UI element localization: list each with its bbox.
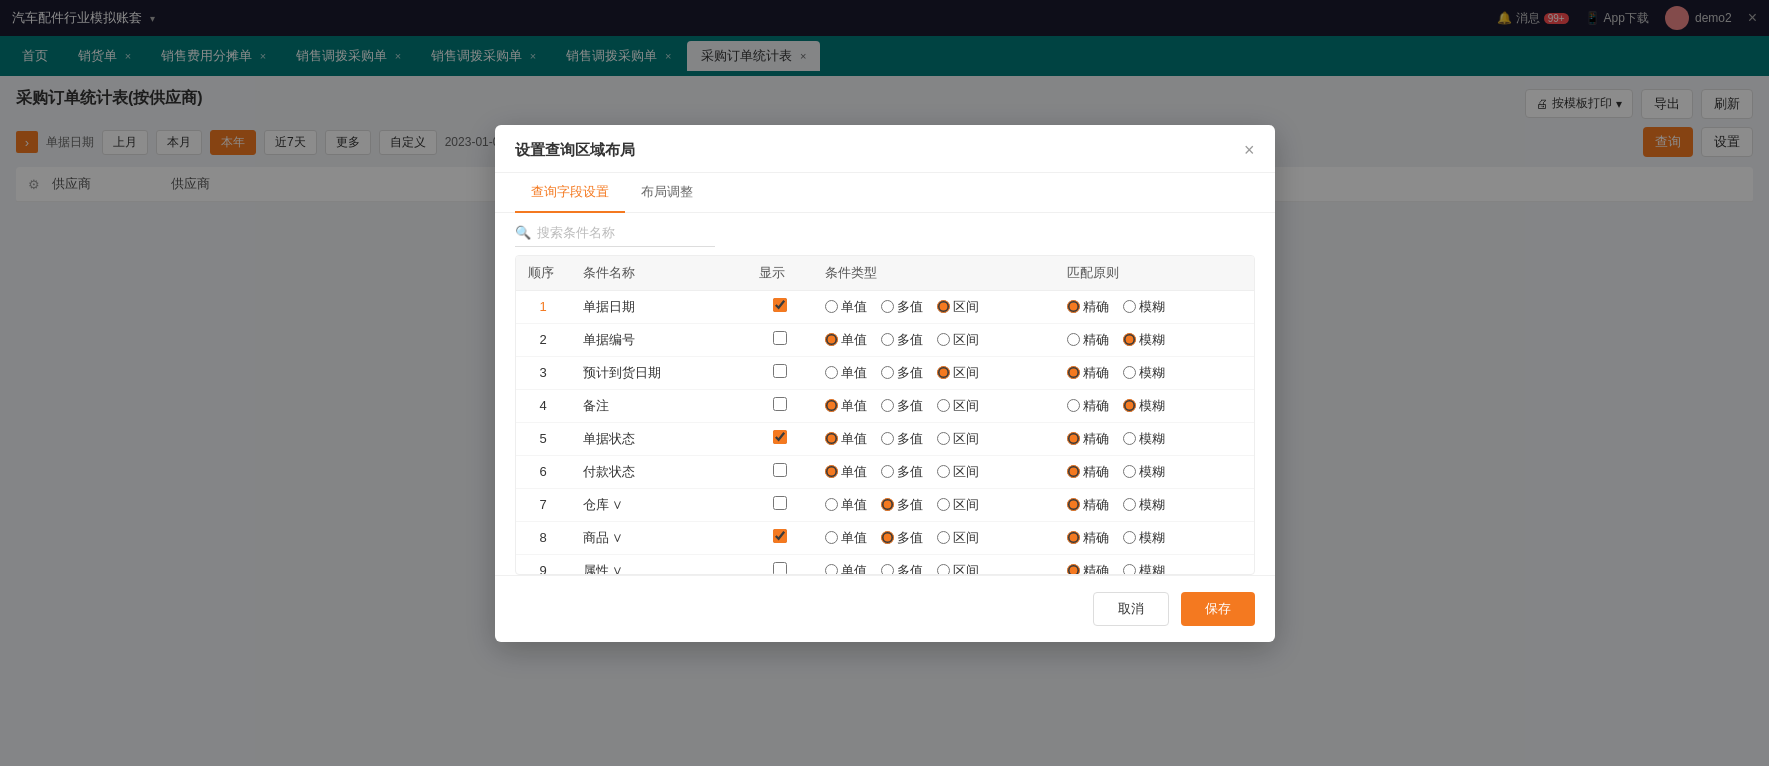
dialog-close-button[interactable]: × — [1244, 141, 1255, 159]
modal-overlay: 设置查询区域布局 × 查询字段设置 布局调整 🔍 顺序 条件名 — [0, 0, 1769, 214]
tab-layout[interactable]: 布局调整 — [625, 173, 709, 213]
dialog-title: 设置查询区域布局 — [515, 141, 635, 160]
dialog-tabs: 查询字段设置 布局调整 — [495, 173, 1275, 213]
dialog-header: 设置查询区域布局 × — [495, 125, 1275, 173]
dialog: 设置查询区域布局 × 查询字段设置 布局调整 🔍 顺序 条件名 — [495, 125, 1275, 215]
tab-query-fields[interactable]: 查询字段设置 — [515, 173, 625, 213]
